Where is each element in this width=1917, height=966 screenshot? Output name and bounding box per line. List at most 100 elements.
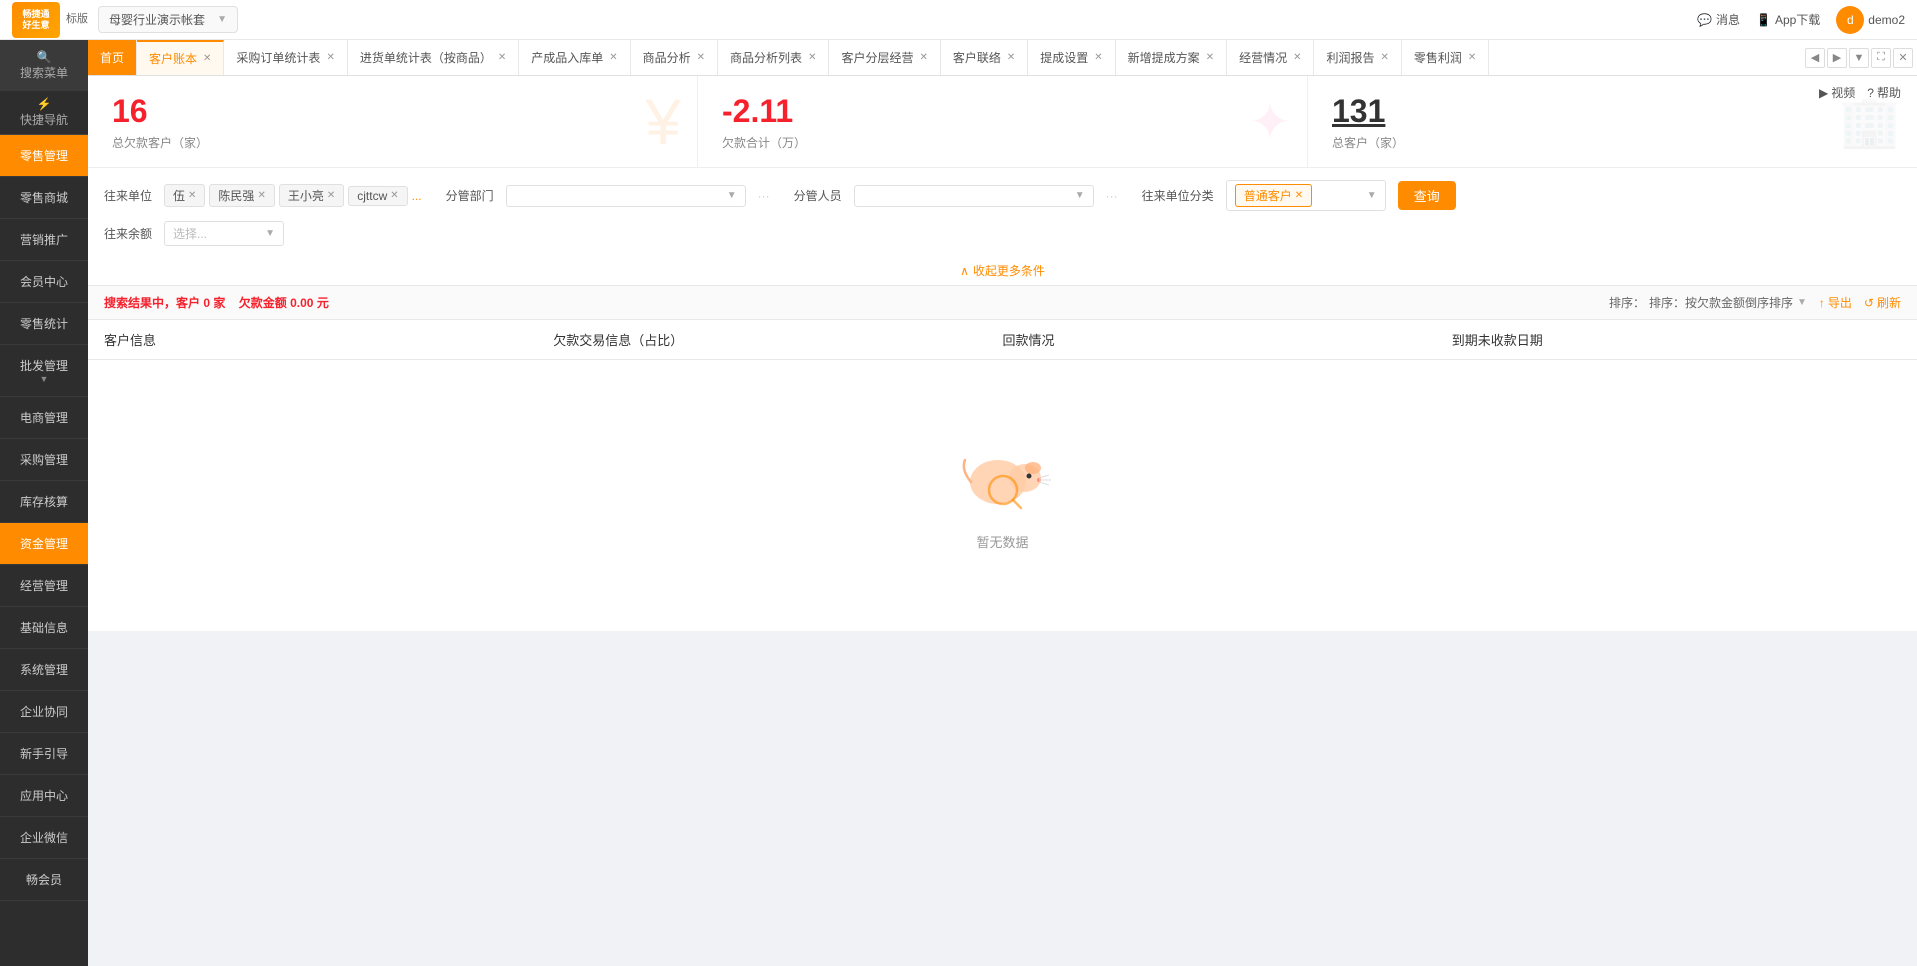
- category-tag-1[interactable]: 普通客户 ✕: [1235, 184, 1312, 207]
- tab-close-customer-tier[interactable]: ✕: [919, 52, 927, 63]
- tab-product-analysis-list[interactable]: 商品分析列表 ✕: [718, 40, 829, 76]
- tab-close-all-button[interactable]: ✕: [1893, 48, 1913, 68]
- help-label: 帮助: [1877, 84, 1901, 101]
- tab-close-retail-profit[interactable]: ✕: [1468, 52, 1476, 63]
- tab-purchase-order[interactable]: 采购订单统计表 ✕: [224, 40, 347, 76]
- tab-arrows: ◀ ▶ ▼ ⛶ ✕: [1801, 48, 1917, 68]
- sidebar-search[interactable]: 🔍 搜索菜单: [0, 40, 88, 91]
- unit-tag-4-remove[interactable]: ✕: [390, 190, 398, 201]
- workspace-selector[interactable]: 母婴行业演示帐套 ▼: [98, 6, 238, 33]
- help-button[interactable]: ? 帮助: [1867, 84, 1901, 101]
- tab-close-profit-report[interactable]: ✕: [1381, 52, 1389, 63]
- sidebar-item-basic-info[interactable]: 基础信息: [0, 607, 88, 649]
- tab-close-customer-contact[interactable]: ✕: [1007, 52, 1015, 63]
- sidebar-item-purchase[interactable]: 采购管理: [0, 439, 88, 481]
- unit-tag-2[interactable]: 陈民强 ✕: [209, 184, 274, 207]
- app-download-button[interactable]: 📱 App下载: [1756, 11, 1820, 28]
- video-help-button[interactable]: ▶ 视频: [1819, 84, 1855, 101]
- sidebar-item-ecommerce[interactable]: 电商管理: [0, 397, 88, 439]
- tab-customer-account[interactable]: 客户账本 ✕: [137, 40, 224, 76]
- sidebar-item-marketing[interactable]: 营销推广: [0, 219, 88, 261]
- tab-close-new-plan[interactable]: ✕: [1206, 52, 1214, 63]
- filter-collapse-button[interactable]: ∧ 收起更多条件: [104, 256, 1901, 285]
- sidebar-item-operation-mgmt[interactable]: 经营管理: [0, 565, 88, 607]
- refresh-label: 刷新: [1877, 294, 1901, 311]
- tab-raise-settings[interactable]: 提成设置 ✕: [1028, 40, 1115, 76]
- balance-filter-select[interactable]: 选择... ▼: [164, 221, 284, 246]
- tab-new-plan[interactable]: 新增提成方案 ✕: [1116, 40, 1227, 76]
- refresh-icon: ↺: [1864, 296, 1874, 310]
- filter-row-1: 往来单位 伍 ✕ 陈民强 ✕ 王小亮 ✕: [104, 180, 1901, 211]
- unit-tag-2-remove[interactable]: ✕: [257, 190, 265, 201]
- video-label: 视频: [1831, 84, 1855, 101]
- tab-retail-profit[interactable]: 零售利润 ✕: [1402, 40, 1489, 76]
- dept-filter-select[interactable]: ▼: [506, 185, 746, 207]
- sidebar-item-enterprise-wechat[interactable]: 企业微信: [0, 817, 88, 859]
- total-customers-value: 131: [1332, 92, 1893, 130]
- tab-instock-stat[interactable]: 进货单统计表（按商品） ✕: [348, 40, 519, 76]
- category-tag-remove[interactable]: ✕: [1295, 190, 1303, 201]
- sort-select[interactable]: 排序： 排序：按欠款金额倒序排序 ▼: [1609, 294, 1807, 311]
- tab-maximize-button[interactable]: ⛶: [1871, 48, 1891, 68]
- results-summary: 搜索结果中，客户 0 家 欠款金额 0.00 元: [104, 294, 329, 311]
- tab-prev-button[interactable]: ◀: [1805, 48, 1825, 68]
- sidebar-item-enterprise[interactable]: 企业协同: [0, 691, 88, 733]
- tab-product-analysis[interactable]: 商品分析 ✕: [631, 40, 718, 76]
- tab-customer-tier[interactable]: 客户分层经营 ✕: [829, 40, 940, 76]
- unit-tag-1-remove[interactable]: ✕: [188, 190, 196, 201]
- category-filter-select[interactable]: 普通客户 ✕ ▼: [1226, 180, 1386, 211]
- tab-close-product-instock[interactable]: ✕: [609, 52, 617, 63]
- tab-operation[interactable]: 经营情况 ✕: [1227, 40, 1314, 76]
- sort-value: 排序：按欠款金额倒序排序: [1649, 294, 1793, 311]
- unit-filter-more[interactable]: ...: [412, 189, 422, 203]
- sidebar-item-retail-mall[interactable]: 零售商城: [0, 177, 88, 219]
- query-button[interactable]: 查询: [1398, 181, 1456, 210]
- table-header-customer: 客户信息: [104, 330, 553, 349]
- results-actions: 排序： 排序：按欠款金额倒序排序 ▼ ↑ 导出 ↺ 刷新: [1609, 294, 1901, 311]
- tab-home[interactable]: 首页: [88, 40, 137, 76]
- sidebar-item-member[interactable]: 会员中心: [0, 261, 88, 303]
- refresh-button[interactable]: ↺ 刷新: [1864, 294, 1901, 311]
- sidebar-item-retail-stat[interactable]: 零售统计: [0, 303, 88, 345]
- top-bar-right: 💬 消息 📱 App下载 d demo2: [1697, 6, 1905, 34]
- empty-state: 暂无数据: [88, 360, 1917, 631]
- debit-amount-value: -2.11: [722, 92, 1283, 130]
- dept-dropdown-icon: ▼: [727, 190, 737, 201]
- tab-close-customer-account[interactable]: ✕: [203, 53, 211, 64]
- person-filter-more-dots[interactable]: ···: [1106, 189, 1118, 203]
- tab-profit-report[interactable]: 利润报告 ✕: [1314, 40, 1401, 76]
- sidebar-item-inventory[interactable]: 库存核算: [0, 481, 88, 523]
- sidebar-item-system[interactable]: 系统管理: [0, 649, 88, 691]
- tab-next-button[interactable]: ▶: [1827, 48, 1847, 68]
- dept-filter-more-dots[interactable]: ···: [758, 189, 770, 203]
- tab-close-instock-stat[interactable]: ✕: [498, 52, 506, 63]
- unit-tag-4[interactable]: cjttcw ✕: [348, 186, 407, 206]
- results-debit-unit: 元: [317, 296, 329, 310]
- unit-tag-3[interactable]: 王小亮 ✕: [279, 184, 344, 207]
- sidebar-item-finance[interactable]: 资金管理: [0, 523, 88, 565]
- tab-close-purchase-order[interactable]: ✕: [326, 52, 334, 63]
- tab-customer-contact[interactable]: 客户联络 ✕: [941, 40, 1028, 76]
- export-button[interactable]: ↑ 导出: [1819, 294, 1852, 311]
- tab-close-product-analysis[interactable]: ✕: [697, 52, 705, 63]
- tab-close-operation[interactable]: ✕: [1293, 52, 1301, 63]
- sidebar-item-vip[interactable]: 畅会员: [0, 859, 88, 901]
- sidebar-item-newbie[interactable]: 新手引导: [0, 733, 88, 775]
- tab-menu-button[interactable]: ▼: [1849, 48, 1869, 68]
- unit-tag-1[interactable]: 伍 ✕: [164, 184, 205, 207]
- sidebar-quick-nav[interactable]: ⚡ 快捷导航: [0, 91, 88, 135]
- tab-product-instock[interactable]: 产成品入库单 ✕: [519, 40, 630, 76]
- tab-close-raise-settings[interactable]: ✕: [1094, 52, 1102, 63]
- results-prefix: 搜索结果中，客户: [104, 296, 200, 310]
- sidebar-item-retail[interactable]: 零售管理: [0, 135, 88, 177]
- sidebar-quick-nav-label: 快捷导航: [8, 111, 80, 128]
- message-button[interactable]: 💬 消息: [1697, 11, 1740, 28]
- total-customers-label: 总客户（家）: [1332, 134, 1893, 151]
- sidebar-item-apps[interactable]: 应用中心: [0, 775, 88, 817]
- person-filter-select[interactable]: ▼: [854, 185, 1094, 207]
- person-filter-label: 分管人员: [794, 187, 842, 204]
- sidebar-item-wholesale[interactable]: 批发管理 ▼: [0, 345, 88, 397]
- tab-close-product-analysis-list[interactable]: ✕: [808, 52, 816, 63]
- user-profile-button[interactable]: d demo2: [1836, 6, 1905, 34]
- unit-tag-3-remove[interactable]: ✕: [327, 190, 335, 201]
